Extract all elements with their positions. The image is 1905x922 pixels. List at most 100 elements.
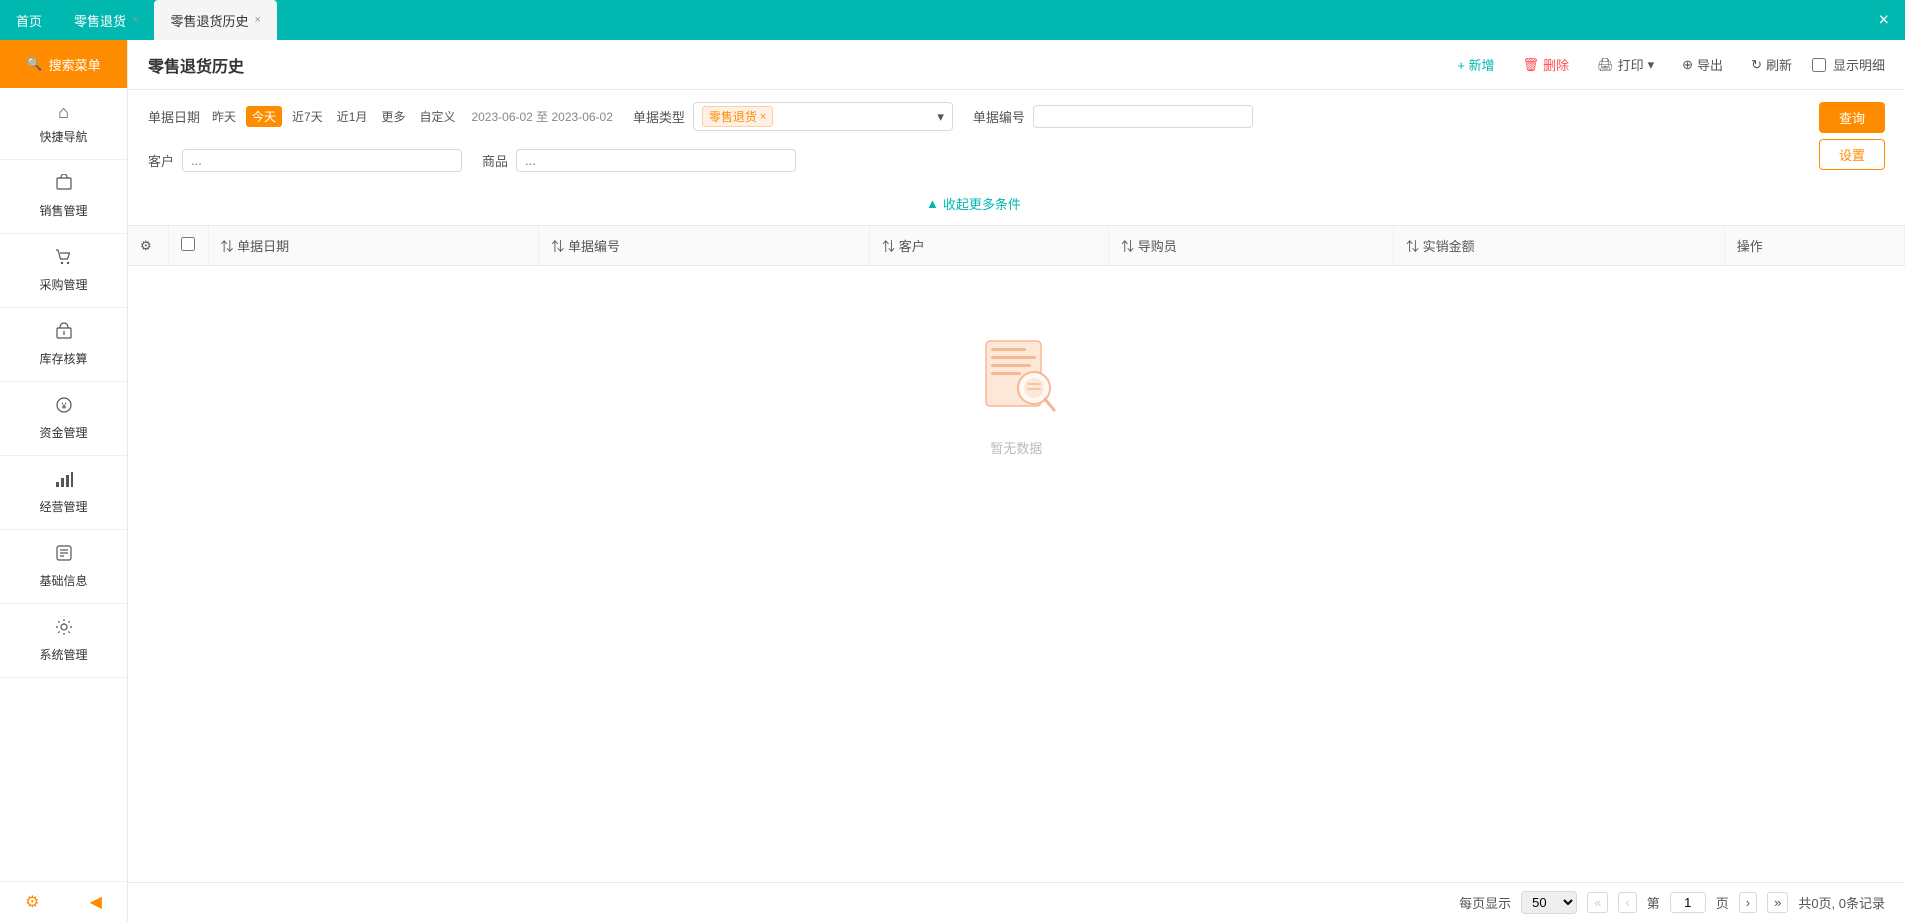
last-page-button[interactable]: » bbox=[1767, 892, 1788, 913]
date-label: 单据日期 bbox=[148, 107, 200, 126]
date-opt-1month[interactable]: 近1月 bbox=[333, 107, 372, 126]
docnumber-input[interactable] bbox=[1033, 105, 1253, 128]
sidebar-item-finance[interactable]: ¥ 资金管理 bbox=[0, 382, 127, 456]
sidebar-item-quicknav[interactable]: ⌂ 快捷导航 bbox=[0, 88, 127, 160]
operations-icon bbox=[55, 470, 73, 493]
basicinfo-icon bbox=[55, 544, 73, 567]
docnumber-label: 单据编号 bbox=[973, 107, 1025, 126]
sidebar-item-sysmanage[interactable]: 系统管理 bbox=[0, 604, 127, 678]
type-dropdown-arrow: ▾ bbox=[937, 109, 944, 125]
total-info: 共0页, 0条记录 bbox=[1798, 893, 1885, 912]
empty-text: 暂无数据 bbox=[990, 438, 1042, 457]
sidebar-collapse-icon[interactable]: ◀ bbox=[90, 892, 102, 912]
type-tag-retail: 零售退货 × bbox=[702, 106, 773, 127]
collapse-filter-btn[interactable]: ▲ 收起更多条件 bbox=[148, 190, 1799, 217]
page-header: 零售退货历史 + 新增 🗑 删除 🖨 打印 ▾ ⊕ 导出 ↻ bbox=[128, 40, 1905, 90]
data-table: ⚙ ⇅ 单据日期 ⇅ 单据编号 bbox=[128, 226, 1905, 487]
print-button[interactable]: 🖨 打印 ▾ bbox=[1589, 51, 1662, 78]
customer-input[interactable] bbox=[182, 149, 462, 172]
page-label: 第 bbox=[1647, 893, 1660, 912]
select-all-checkbox[interactable] bbox=[181, 237, 195, 251]
query-button[interactable]: 查询 bbox=[1819, 102, 1885, 133]
finance-icon: ¥ bbox=[55, 396, 73, 419]
top-bar: 首页 零售退货 × 零售退货历史 × × bbox=[0, 0, 1905, 40]
th-settings: ⚙ bbox=[128, 226, 168, 266]
th-docnumber: ⇅ 单据编号 bbox=[539, 226, 870, 266]
filter-row-2: 客户 商品 bbox=[148, 149, 1799, 172]
new-button[interactable]: + 新增 bbox=[1449, 51, 1502, 78]
type-selector[interactable]: 零售退货 × ▾ bbox=[693, 102, 953, 131]
filter-settings-button[interactable]: 设置 bbox=[1819, 139, 1885, 170]
goods-input[interactable] bbox=[516, 149, 796, 172]
filter-area: 单据日期 昨天 今天 近7天 近1月 更多 自定义 2023-06-02 至 2… bbox=[128, 90, 1905, 226]
search-icon: 🔍 bbox=[26, 56, 42, 72]
sidebar-item-sales[interactable]: 销售管理 bbox=[0, 160, 127, 234]
date-opt-custom[interactable]: 自定义 bbox=[415, 107, 459, 126]
filter-type: 单据类型 零售退货 × ▾ bbox=[633, 102, 953, 131]
filter-date: 单据日期 昨天 今天 近7天 近1月 更多 自定义 2023-06-02 至 2… bbox=[148, 106, 613, 127]
export-button[interactable]: ⊕ 导出 bbox=[1674, 51, 1731, 78]
refresh-button[interactable]: ↻ 刷新 bbox=[1743, 51, 1800, 78]
customer-label: 客户 bbox=[148, 151, 174, 170]
type-label: 单据类型 bbox=[633, 107, 685, 126]
show-detail-toggle[interactable]: 显示明细 bbox=[1812, 55, 1885, 74]
filter-goods: 商品 bbox=[482, 149, 796, 172]
main-layout: 🔍 搜索菜单 ⌂ 快捷导航 销售管理 采购管理 库存核算 bbox=[0, 40, 1905, 922]
sidebar-search[interactable]: 🔍 搜索菜单 bbox=[0, 40, 127, 88]
tab-retail-return-history-close[interactable]: × bbox=[254, 14, 260, 26]
sales-icon bbox=[55, 174, 73, 197]
empty-state: 暂无数据 bbox=[128, 266, 1905, 487]
filter-row-1: 单据日期 昨天 今天 近7天 近1月 更多 自定义 2023-06-02 至 2… bbox=[148, 102, 1799, 131]
page-size-select[interactable]: 50 20 100 bbox=[1521, 891, 1577, 914]
window-close-button[interactable]: × bbox=[1878, 10, 1889, 31]
sidebar-item-inventory[interactable]: 库存核算 bbox=[0, 308, 127, 382]
th-date: ⇅ 单据日期 bbox=[208, 226, 539, 266]
sidebar: 🔍 搜索菜单 ⌂ 快捷导航 销售管理 采购管理 库存核算 bbox=[0, 40, 128, 922]
sysmanage-icon bbox=[55, 618, 73, 641]
page-title: 零售退货历史 bbox=[148, 53, 244, 77]
date-opt-yesterday[interactable]: 昨天 bbox=[208, 107, 240, 126]
first-page-button[interactable]: « bbox=[1587, 892, 1608, 913]
type-tag-close[interactable]: × bbox=[760, 111, 766, 123]
delete-icon: 🗑 bbox=[1523, 57, 1540, 73]
th-guide: ⇅ 导购员 bbox=[1109, 226, 1394, 266]
page-size-label: 每页显示 bbox=[1459, 893, 1511, 912]
next-page-button[interactable]: › bbox=[1739, 892, 1757, 913]
page-number-input[interactable]: 1 bbox=[1670, 892, 1706, 913]
purchase-icon bbox=[55, 248, 73, 271]
filter-customer: 客户 bbox=[148, 149, 462, 172]
empty-row: 暂无数据 bbox=[128, 266, 1905, 488]
filter-docnumber: 单据编号 bbox=[973, 105, 1253, 128]
empty-illustration bbox=[966, 326, 1066, 426]
export-icon: ⊕ bbox=[1682, 57, 1693, 73]
tab-home[interactable]: 首页 bbox=[0, 0, 58, 40]
date-range-display: 2023-06-02 至 2023-06-02 bbox=[471, 108, 612, 125]
prev-page-button[interactable]: ‹ bbox=[1618, 892, 1636, 913]
empty-cell: 暂无数据 bbox=[128, 266, 1905, 488]
date-opt-today[interactable]: 今天 bbox=[246, 106, 282, 127]
sidebar-bottom: ⚙ ◀ bbox=[0, 881, 127, 922]
collapse-up-icon: ▲ bbox=[926, 196, 939, 211]
home-icon: ⌂ bbox=[58, 102, 69, 123]
delete-button[interactable]: 🗑 删除 bbox=[1515, 51, 1578, 78]
th-checkbox bbox=[168, 226, 208, 266]
th-operation: 操作 bbox=[1724, 226, 1904, 266]
sidebar-item-operations[interactable]: 经营管理 bbox=[0, 456, 127, 530]
sidebar-item-purchase[interactable]: 采购管理 bbox=[0, 234, 127, 308]
content-area: 零售退货历史 + 新增 🗑 删除 🖨 打印 ▾ ⊕ 导出 ↻ bbox=[128, 40, 1905, 922]
table-footer: 每页显示 50 20 100 « ‹ 第 1 页 › » 共0页, 0条记录 bbox=[128, 882, 1905, 922]
tab-retail-return-close[interactable]: × bbox=[132, 14, 138, 26]
show-detail-checkbox[interactable] bbox=[1812, 58, 1826, 72]
th-customer: ⇅ 客户 bbox=[870, 226, 1109, 266]
settings-gear-icon[interactable]: ⚙ bbox=[140, 238, 152, 253]
tab-retail-return-history[interactable]: 零售退货历史 × bbox=[154, 0, 276, 40]
tab-retail-return[interactable]: 零售退货 × bbox=[58, 0, 154, 40]
table-container: ⚙ ⇅ 单据日期 ⇅ 单据编号 bbox=[128, 226, 1905, 882]
date-opt-7days[interactable]: 近7天 bbox=[288, 107, 327, 126]
sidebar-settings-icon[interactable]: ⚙ bbox=[25, 892, 39, 912]
filter-fields: 单据日期 昨天 今天 近7天 近1月 更多 自定义 2023-06-02 至 2… bbox=[148, 102, 1799, 217]
filter-main-row: 单据日期 昨天 今天 近7天 近1月 更多 自定义 2023-06-02 至 2… bbox=[148, 102, 1885, 217]
date-opt-more[interactable]: 更多 bbox=[377, 107, 409, 126]
sidebar-item-basicinfo[interactable]: 基础信息 bbox=[0, 530, 127, 604]
th-amount: ⇅ 实销金额 bbox=[1393, 226, 1724, 266]
